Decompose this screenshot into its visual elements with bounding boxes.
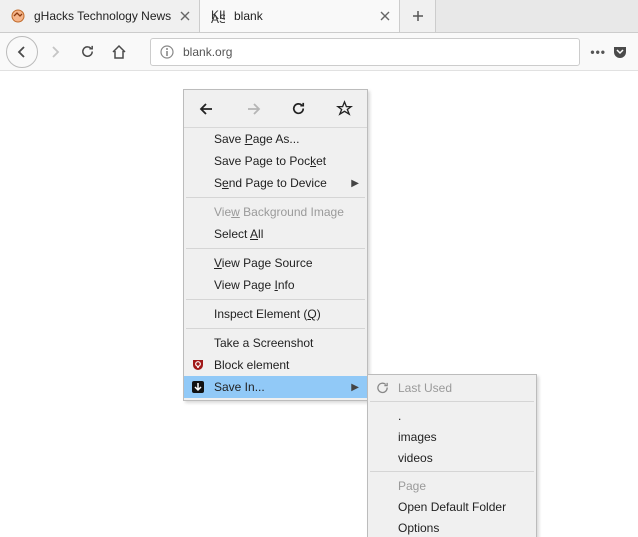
ctx-view-info[interactable]: View Page Info (184, 274, 367, 296)
ctx-reload-icon[interactable] (284, 95, 312, 123)
separator (186, 248, 365, 249)
sub-label: Options (398, 521, 439, 535)
separator (370, 471, 534, 472)
ctx-label: Inspect Element (Q) (214, 307, 321, 321)
page-content[interactable]: Save Page As... Save Page to Pocket Send… (0, 71, 638, 537)
ctx-label: Save Page As... (214, 132, 299, 146)
ctx-forward-icon[interactable] (239, 95, 267, 123)
home-button[interactable] (104, 37, 134, 67)
sub-label: Page (398, 479, 426, 493)
new-tab-button[interactable] (400, 0, 436, 32)
sub-label: images (398, 430, 437, 444)
tab-ghacks[interactable]: gHacks Technology News (0, 0, 200, 32)
close-icon[interactable] (177, 8, 193, 24)
forward-button[interactable] (40, 37, 70, 67)
reload-button[interactable] (72, 37, 102, 67)
ctx-select-all[interactable]: Select All (184, 223, 367, 245)
ctx-label: Block element (214, 358, 289, 372)
sub-label: . (398, 409, 401, 423)
ctx-save-page-as[interactable]: Save Page As... (184, 128, 367, 150)
back-button[interactable] (6, 36, 38, 68)
ctx-label: Save Page to Pocket (214, 154, 326, 168)
toolbar-right: ••• (590, 44, 632, 60)
url-bar[interactable]: blank.org (150, 38, 580, 66)
history-icon (374, 380, 390, 396)
ctx-view-source[interactable]: View Page Source (184, 252, 367, 274)
ctx-label: View Page Source (214, 256, 313, 270)
url-text: blank.org (183, 45, 573, 59)
context-nav-row (184, 90, 367, 128)
sub-label: Open Default Folder (398, 500, 506, 514)
chevron-right-icon: ▶ (351, 178, 359, 189)
sub-open-default[interactable]: Open Default Folder (368, 496, 536, 517)
sub-options[interactable]: Options (368, 517, 536, 537)
ctx-block-element[interactable]: Block element (184, 354, 367, 376)
sub-page-header: Page (368, 475, 536, 496)
sub-label: Last Used (398, 381, 452, 395)
ctx-label: View Background Image (214, 205, 344, 219)
chevron-right-icon: ▶ (351, 382, 359, 393)
sub-label: videos (398, 451, 433, 465)
ctx-label: View Page Info (214, 278, 295, 292)
page-actions-icon[interactable]: ••• (590, 45, 606, 59)
ctx-back-icon[interactable] (193, 95, 221, 123)
favicon-blank: KILLAS-1 (210, 8, 226, 24)
pocket-icon[interactable] (612, 44, 628, 60)
ctx-label: Select All (214, 227, 263, 241)
sub-last-used: Last Used (368, 377, 536, 398)
ctx-label: Send Page to Device (214, 176, 327, 190)
nav-toolbar: blank.org ••• (0, 33, 638, 71)
ctx-inspect[interactable]: Inspect Element (Q) (184, 303, 367, 325)
ctx-view-bg-image: View Background Image (184, 201, 367, 223)
tab-blank[interactable]: KILLAS-1 blank (200, 0, 400, 32)
favicon-ghacks (10, 8, 26, 24)
ublock-icon (190, 357, 206, 373)
svg-text:AS-1: AS-1 (211, 12, 225, 23)
info-icon[interactable] (157, 45, 177, 59)
sub-images[interactable]: images (368, 426, 536, 447)
sub-videos[interactable]: videos (368, 447, 536, 468)
sub-dot[interactable]: . (368, 405, 536, 426)
ctx-bookmark-icon[interactable] (330, 95, 358, 123)
context-menu: Save Page As... Save Page to Pocket Send… (183, 89, 368, 401)
ctx-save-to-pocket[interactable]: Save Page to Pocket (184, 150, 367, 172)
tab-bar: gHacks Technology News KILLAS-1 blank (0, 0, 638, 33)
separator (186, 328, 365, 329)
ctx-take-screenshot[interactable]: Take a Screenshot (184, 332, 367, 354)
separator (370, 401, 534, 402)
ctx-label: Save In... (214, 380, 265, 394)
savein-submenu: Last Used . images videos Page Open Defa… (367, 374, 537, 537)
tab-title: gHacks Technology News (34, 9, 177, 23)
ctx-save-in[interactable]: Save In... ▶ (184, 376, 367, 398)
ctx-send-to-device[interactable]: Send Page to Device ▶ (184, 172, 367, 194)
separator (186, 299, 365, 300)
savein-icon (190, 379, 206, 395)
ctx-label: Take a Screenshot (214, 336, 313, 350)
tab-title: blank (234, 9, 377, 23)
separator (186, 197, 365, 198)
close-icon[interactable] (377, 8, 393, 24)
